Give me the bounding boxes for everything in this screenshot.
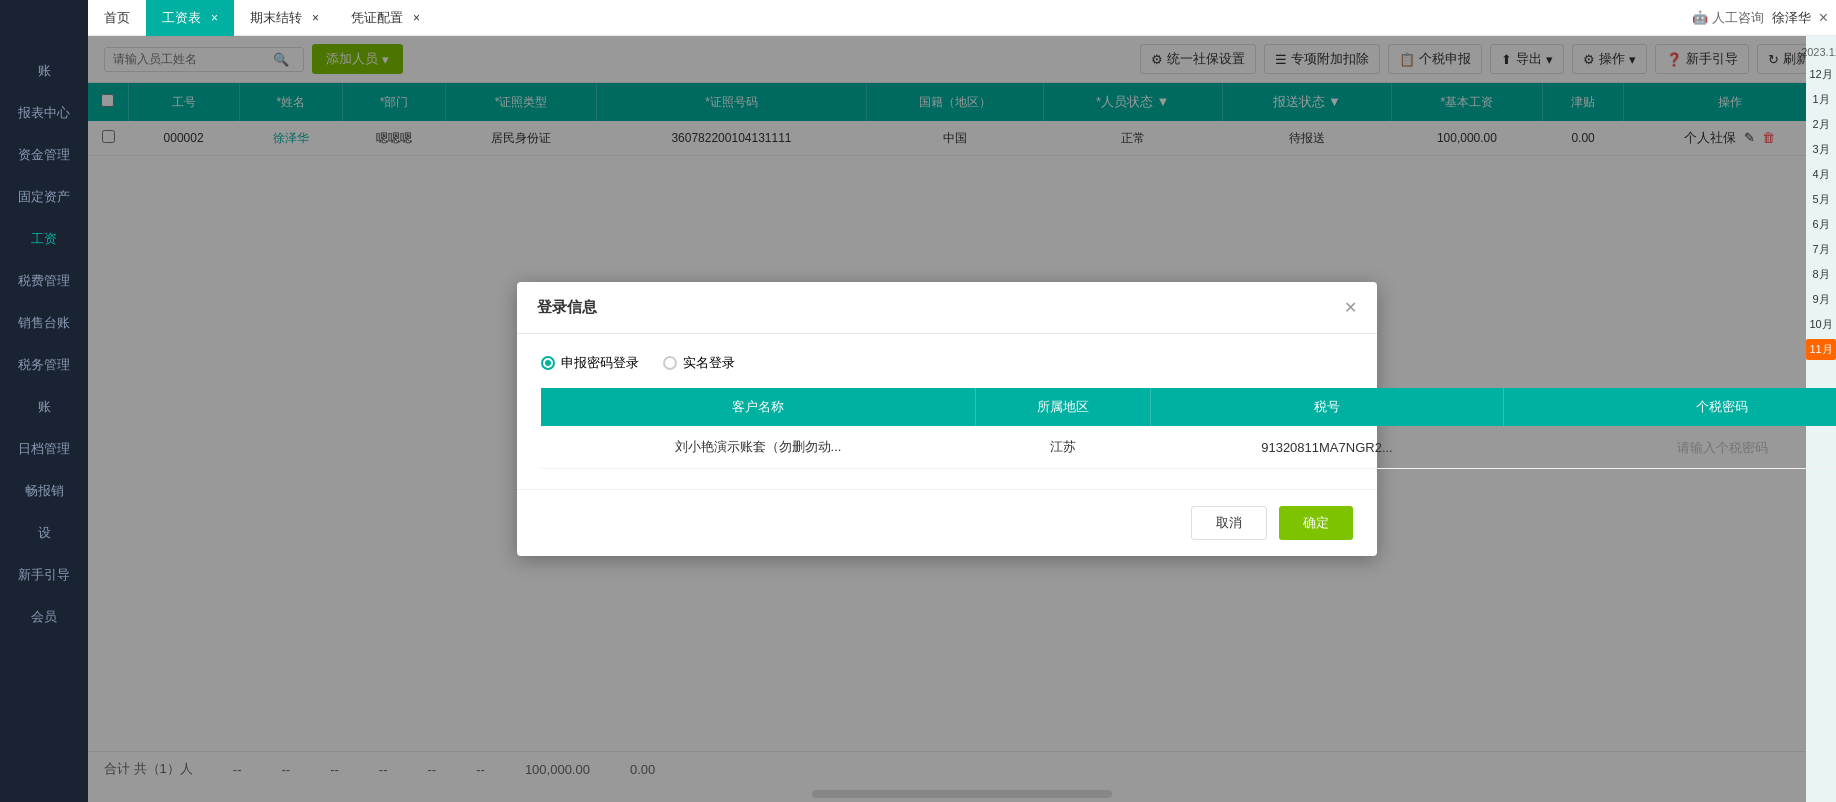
month-item-may[interactable]: 5月 — [1806, 189, 1836, 210]
tab-period[interactable]: 期末结转 × — [234, 0, 335, 36]
month-item-nov[interactable]: 11月 — [1806, 339, 1836, 360]
ai-consult[interactable]: 🤖 人工咨询 — [1692, 9, 1764, 27]
login-table-row: 刘小艳演示账套（勿删勿动... 江苏 91320811MA7NGR2... — [541, 426, 1836, 469]
radio-password-label: 申报密码登录 — [561, 354, 639, 372]
col-tax-no: 税号 — [1150, 388, 1504, 426]
tax-no-cell: 91320811MA7NGR2... — [1150, 426, 1504, 469]
modal-header: 登录信息 ✕ — [517, 282, 1377, 334]
sidebar-item-sales[interactable]: 销售台账 — [0, 302, 88, 344]
cancel-button[interactable]: 取消 — [1191, 506, 1267, 540]
sidebar-item-asset[interactable]: 固定资产 — [0, 176, 88, 218]
sidebar-item-ledger[interactable]: 账 — [0, 386, 88, 428]
modal-overlay: 登录信息 ✕ 申报密码登录 实名登录 客户名称 — [88, 36, 1806, 802]
month-item-jan[interactable]: 1月 — [1806, 89, 1836, 110]
tab-salary-close[interactable]: × — [211, 0, 218, 36]
sidebar-item-report[interactable]: 报表中心 — [0, 92, 88, 134]
top-nav: 首页 工资表 × 期末结转 × 凭证配置 × 🤖 人工咨询 徐泽华 × — [88, 0, 1836, 36]
tax-password-input[interactable] — [1516, 440, 1836, 455]
sidebar-item-archive[interactable]: 日档管理 — [0, 428, 88, 470]
month-item-mar[interactable]: 3月 — [1806, 139, 1836, 160]
confirm-button[interactable]: 确定 — [1279, 506, 1353, 540]
login-info-modal: 登录信息 ✕ 申报密码登录 实名登录 客户名称 — [517, 282, 1377, 556]
close-btn[interactable]: × — [1819, 9, 1828, 27]
year-label: 2023.11 — [1801, 44, 1836, 60]
sidebar: 账 报表中心 资金管理 固定资产 工资 税费管理 销售台账 税务管理 账 日档管… — [0, 0, 88, 802]
modal-title: 登录信息 — [537, 298, 597, 317]
tab-home[interactable]: 首页 — [88, 0, 146, 36]
sidebar-item-guide[interactable]: 新手引导 — [0, 554, 88, 596]
customer-name-cell: 刘小艳演示账套（勿删勿动... — [541, 426, 975, 469]
user-name: 徐泽华 — [1772, 9, 1811, 27]
month-item-sep[interactable]: 9月 — [1806, 289, 1836, 310]
radio-realname-circle — [663, 356, 677, 370]
radio-realname-login[interactable]: 实名登录 — [663, 354, 735, 372]
col-customer-name: 客户名称 — [541, 388, 975, 426]
sidebar-item-member[interactable]: 会员 — [0, 596, 88, 638]
modal-close-button[interactable]: ✕ — [1344, 298, 1357, 317]
sidebar-item-taxfee[interactable]: 税费管理 — [0, 260, 88, 302]
month-item-jun[interactable]: 6月 — [1806, 214, 1836, 235]
tax-password-cell[interactable] — [1504, 426, 1836, 469]
month-item-dec[interactable]: 12月 — [1806, 64, 1836, 85]
month-item-oct[interactable]: 10月 — [1806, 314, 1836, 335]
sidebar-item-taxmgmt[interactable]: 税务管理 — [0, 344, 88, 386]
radio-password-dot — [545, 360, 551, 366]
sidebar-item-settings[interactable]: 设 — [0, 512, 88, 554]
sidebar-item-account[interactable]: 账 — [0, 50, 88, 92]
sidebar-item-salary[interactable]: 工资 — [0, 218, 88, 260]
region-cell: 江苏 — [975, 426, 1150, 469]
sidebar-item-fund[interactable]: 资金管理 — [0, 134, 88, 176]
col-region: 所属地区 — [975, 388, 1150, 426]
tab-voucher[interactable]: 凭证配置 × — [335, 0, 436, 36]
tab-period-close[interactable]: × — [312, 0, 319, 36]
month-item-apr[interactable]: 4月 — [1806, 164, 1836, 185]
month-item-feb[interactable]: 2月 — [1806, 114, 1836, 135]
radio-group: 申报密码登录 实名登录 — [541, 354, 1353, 372]
month-item-aug[interactable]: 8月 — [1806, 264, 1836, 285]
login-table: 客户名称 所属地区 税号 个税密码 刘小艳演示账套（勿删勿动... 江苏 913… — [541, 388, 1836, 469]
tab-salary[interactable]: 工资表 × — [146, 0, 234, 36]
tab-voucher-close[interactable]: × — [413, 0, 420, 36]
radio-realname-label: 实名登录 — [683, 354, 735, 372]
radio-password-login[interactable]: 申报密码登录 — [541, 354, 639, 372]
modal-body: 申报密码登录 实名登录 客户名称 所属地区 税号 个税密码 — [517, 334, 1377, 489]
sidebar-item-expense[interactable]: 畅报销 — [0, 470, 88, 512]
month-item-jul[interactable]: 7月 — [1806, 239, 1836, 260]
modal-footer: 取消 确定 — [517, 489, 1377, 556]
radio-password-circle — [541, 356, 555, 370]
col-tax-password: 个税密码 — [1504, 388, 1836, 426]
